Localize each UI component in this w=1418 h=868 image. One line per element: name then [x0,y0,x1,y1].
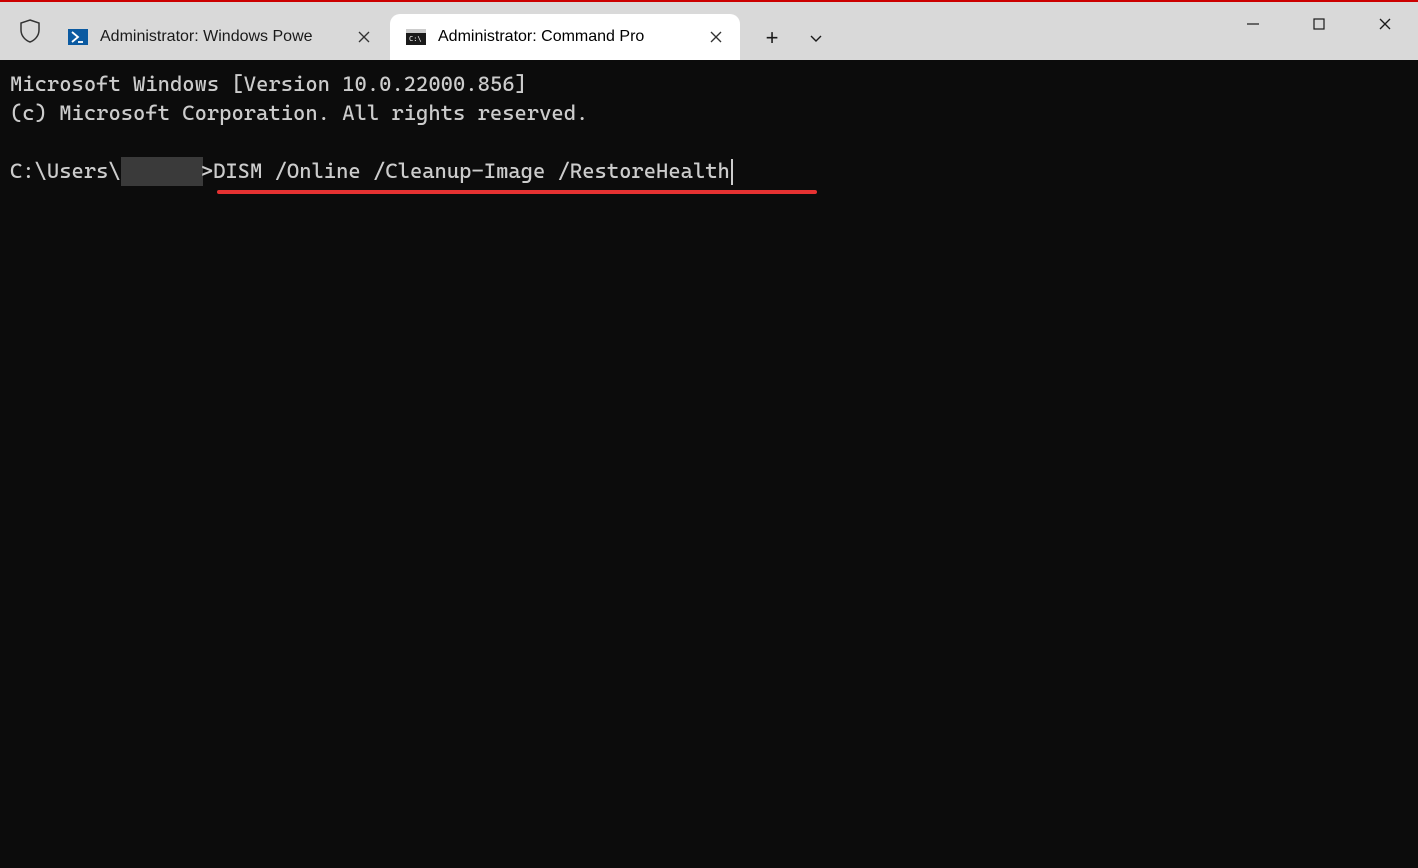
copyright-line: (c) Microsoft Corporation. All rights re… [10,99,1408,128]
redacted-username [121,157,203,186]
maximize-icon [1312,17,1326,31]
prompt-suffix: > [201,157,213,186]
plus-icon: + [766,25,779,51]
titlebar: Administrator: Windows Powe C:\ Administ… [0,2,1418,60]
new-tab-button[interactable]: + [750,16,794,60]
prompt-line: C:\Users\ >DISM /Online /Cleanup-Image /R… [10,157,733,186]
terminal-window: Administrator: Windows Powe C:\ Administ… [0,2,1418,868]
banner-line: Microsoft Windows [Version 10.0.22000.85… [10,70,1408,99]
chevron-down-icon [809,31,823,45]
close-icon[interactable] [706,27,726,47]
window-controls [1220,2,1418,60]
shield-icon [8,2,52,60]
cmd-icon: C:\ [406,27,426,47]
terminal-content[interactable]: Microsoft Windows [Version 10.0.22000.85… [0,60,1418,868]
annotation-underline [217,190,817,194]
text-cursor [731,159,733,185]
maximize-button[interactable] [1286,2,1352,46]
tab-dropdown-button[interactable] [794,16,838,60]
prompt-path-prefix: C:\Users\ [10,157,121,186]
svg-text:C:\: C:\ [409,35,422,43]
minimize-icon [1246,17,1260,31]
minimize-button[interactable] [1220,2,1286,46]
tab-label: Administrator: Windows Powe [100,28,313,46]
tab-cmd[interactable]: C:\ Administrator: Command Pro [390,14,740,60]
tab-powershell[interactable]: Administrator: Windows Powe [52,14,388,60]
typed-command: DISM /Online /Cleanup-Image /RestoreHeal… [213,157,730,186]
close-icon [1378,17,1392,31]
tabs-area: Administrator: Windows Powe C:\ Administ… [52,2,1220,60]
tab-label: Administrator: Command Pro [438,28,644,46]
powershell-icon [68,27,88,47]
close-window-button[interactable] [1352,2,1418,46]
close-icon[interactable] [354,27,374,47]
